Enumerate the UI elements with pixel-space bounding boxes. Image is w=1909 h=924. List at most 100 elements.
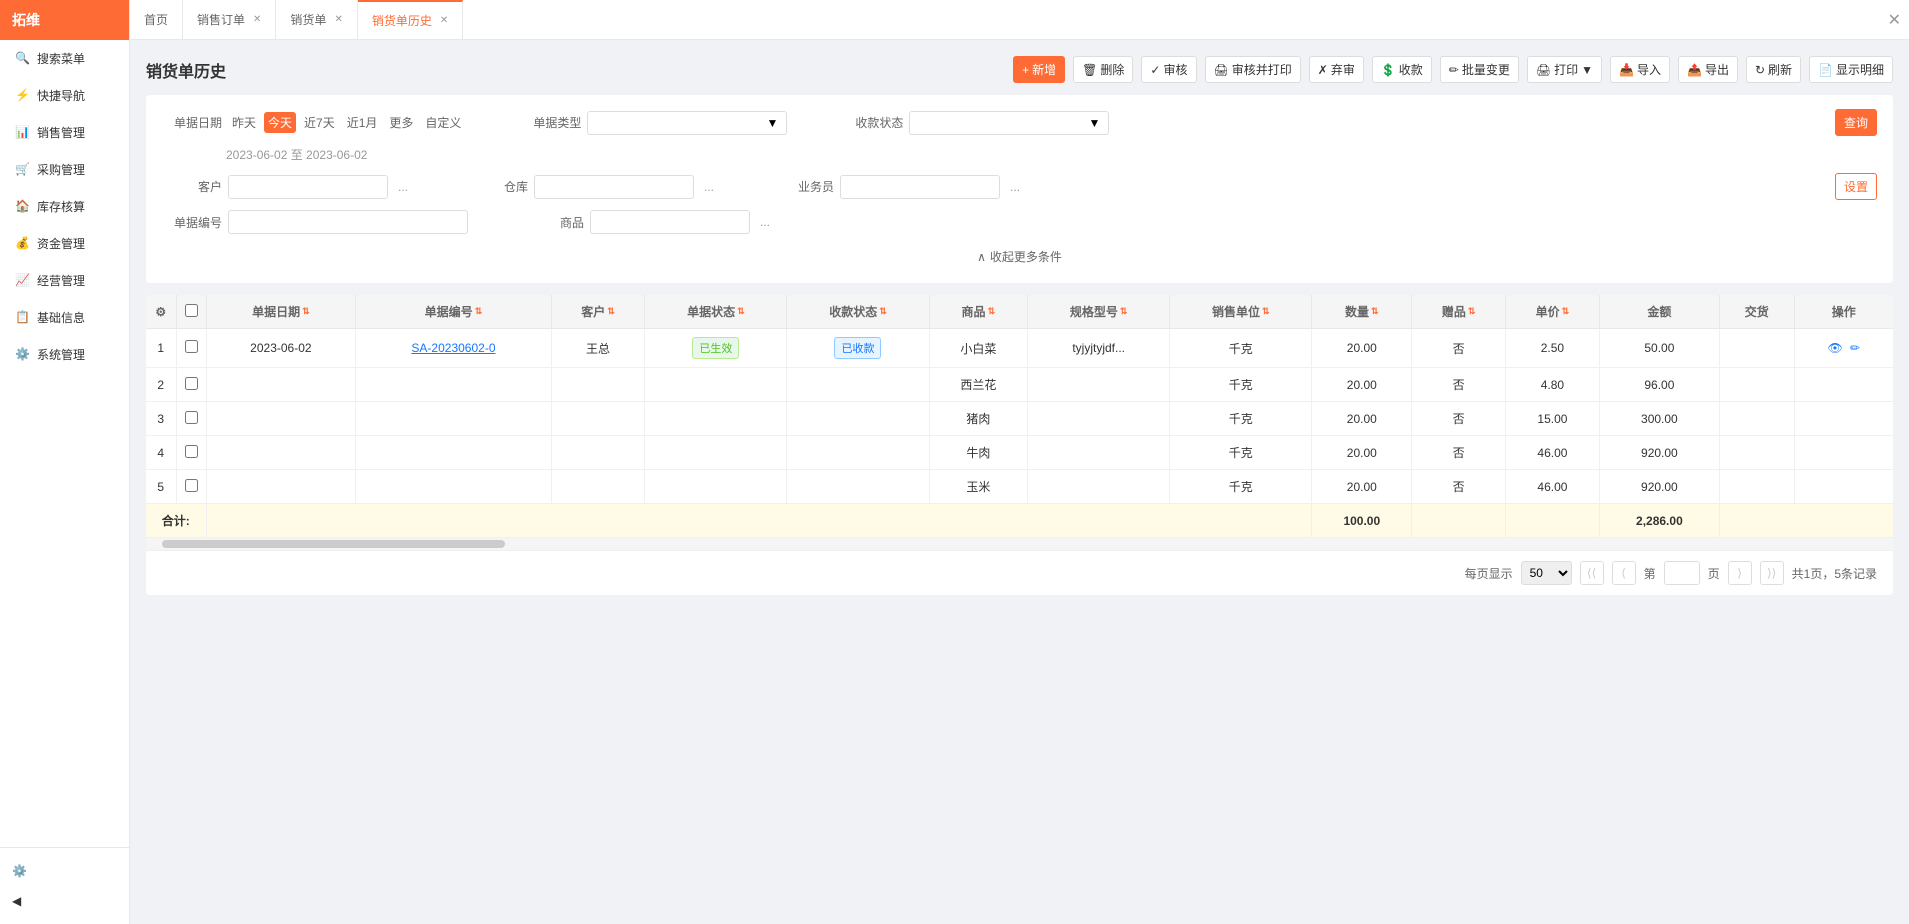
- payment-status-select[interactable]: ▼: [909, 111, 1109, 135]
- pagination-next[interactable]: ⟩: [1728, 561, 1752, 585]
- tab-sales-order[interactable]: 销售订单 ✕: [183, 0, 276, 39]
- pagination-last[interactable]: ⟩⟩: [1760, 561, 1784, 585]
- row-checkbox[interactable]: [185, 411, 198, 424]
- settings-col-icon[interactable]: ⚙: [155, 305, 166, 319]
- export-button[interactable]: 📤 导出: [1678, 56, 1738, 83]
- receive-button[interactable]: 💲 收款: [1372, 56, 1432, 83]
- filter-staff: 业务员 ...: [774, 175, 1024, 199]
- docno-label: 单据编号: [162, 214, 222, 231]
- show-detail-button[interactable]: 📄 显示明细: [1809, 56, 1893, 83]
- total-info: 共1页，5条记录: [1792, 565, 1877, 582]
- tab-close-sales-order[interactable]: ✕: [253, 14, 261, 25]
- row-checkbox[interactable]: [185, 445, 198, 458]
- cell-checkbox[interactable]: [176, 436, 206, 470]
- customer-input[interactable]: [228, 175, 388, 199]
- docno-input[interactable]: [228, 210, 468, 234]
- sidebar-item-purchase-mgmt[interactable]: 🛒 采购管理: [0, 151, 129, 188]
- th-checkbox[interactable]: [176, 295, 206, 329]
- warehouse-ellipsis[interactable]: ...: [700, 180, 718, 194]
- action-view[interactable]: 👁: [1827, 341, 1842, 355]
- select-all-checkbox[interactable]: [185, 304, 198, 317]
- th-doc-status[interactable]: 单据状态 ⇅: [645, 295, 787, 329]
- row-checkbox[interactable]: [185, 377, 198, 390]
- row-checkbox[interactable]: [185, 479, 198, 492]
- th-goods[interactable]: 商品 ⇅: [929, 295, 1028, 329]
- doc-type-select[interactable]: ▼: [587, 111, 787, 135]
- delete-button[interactable]: 🗑 删除: [1073, 56, 1133, 83]
- sidebar-item-fund-mgmt[interactable]: 💰 资金管理: [0, 225, 129, 262]
- query-button[interactable]: 查询: [1835, 109, 1877, 136]
- horizontal-scrollbar[interactable]: [146, 538, 1893, 550]
- th-doc-date[interactable]: 单据日期 ⇅: [206, 295, 356, 329]
- row-checkbox[interactable]: [185, 340, 198, 353]
- abandon-button[interactable]: ✗ 弃审: [1309, 56, 1364, 83]
- sidebar-item-stock-calc[interactable]: 🏠 库存核算: [0, 188, 129, 225]
- cell-quantity: 20.00: [1312, 368, 1412, 402]
- doc-no-link[interactable]: SA-20230602-0: [411, 341, 495, 355]
- import-button[interactable]: 📥 导入: [1610, 56, 1670, 83]
- filter-collapse-btn[interactable]: ∧ 收起更多条件: [162, 244, 1877, 269]
- th-gift[interactable]: 赠品 ⇅: [1412, 295, 1506, 329]
- page-input[interactable]: 1: [1664, 561, 1700, 585]
- tab-close-sales-history[interactable]: ✕: [440, 15, 448, 26]
- cell-unit-price: 4.80: [1506, 368, 1600, 402]
- settings-button[interactable]: 设置: [1835, 173, 1877, 200]
- th-doc-no[interactable]: 单据编号 ⇅: [356, 295, 551, 329]
- per-page-select[interactable]: 10 20 50 100: [1521, 561, 1572, 585]
- th-payment-status[interactable]: 收款状态 ⇅: [787, 295, 929, 329]
- action-edit[interactable]: ✏: [1850, 341, 1860, 355]
- shortcut-custom[interactable]: 自定义: [421, 112, 465, 133]
- cell-goods: 牛肉: [929, 436, 1028, 470]
- cell-customer: 王总: [551, 329, 645, 368]
- cell-doc-no: SA-20230602-0: [356, 329, 551, 368]
- staff-ellipsis[interactable]: ...: [1006, 180, 1024, 194]
- batch-change-button[interactable]: ✏ 批量变更: [1440, 56, 1519, 83]
- staff-input[interactable]: [840, 175, 1000, 199]
- sidebar-item-ops-mgmt[interactable]: 📈 经营管理: [0, 262, 129, 299]
- refresh-button[interactable]: ↻ 刷新: [1746, 56, 1801, 83]
- page-header: 销货单历史 + 新增 🗑 删除 ✓ 审核 🖨 审核并打印: [146, 56, 1893, 83]
- cell-doc-date: 2023-06-02: [206, 329, 356, 368]
- pagination-first[interactable]: ⟨⟨: [1580, 561, 1604, 585]
- refresh-icon: ↻: [1755, 63, 1765, 77]
- cell-checkbox[interactable]: [176, 368, 206, 402]
- customer-ellipsis[interactable]: ...: [394, 180, 412, 194]
- tab-sales-goods[interactable]: 销货单 ✕: [276, 0, 357, 39]
- cell-checkbox[interactable]: [176, 329, 206, 368]
- sidebar-item-search-menu[interactable]: 🔍 搜索菜单: [0, 40, 129, 77]
- pagination-prev[interactable]: ⟨: [1612, 561, 1636, 585]
- goods-input[interactable]: [590, 210, 750, 234]
- shortcut-last1month[interactable]: 近1月: [343, 112, 382, 133]
- shortcut-today[interactable]: 今天: [264, 112, 296, 133]
- tab-bar-close-all[interactable]: ✕: [1888, 10, 1909, 30]
- th-spec[interactable]: 规格型号 ⇅: [1028, 295, 1170, 329]
- th-settings[interactable]: ⚙: [146, 295, 176, 329]
- th-sales-unit[interactable]: 销售单位 ⇅: [1170, 295, 1312, 329]
- sort-icon: ⇅: [1120, 306, 1128, 317]
- cell-checkbox[interactable]: [176, 402, 206, 436]
- shortcut-more[interactable]: 更多: [385, 112, 417, 133]
- main-area: 首页 销售订单 ✕ 销货单 ✕ 销货单历史 ✕ ✕ 销货单历史 + 新增: [130, 0, 1909, 924]
- sidebar-item-basic-info[interactable]: 📋 基础信息: [0, 299, 129, 336]
- add-button[interactable]: + 新增: [1013, 56, 1065, 83]
- th-unit-price[interactable]: 单价 ⇅: [1506, 295, 1600, 329]
- tab-close-sales-goods[interactable]: ✕: [334, 14, 342, 25]
- shortcut-last7days[interactable]: 近7天: [300, 112, 339, 133]
- sidebar-collapse-btn[interactable]: ◀: [0, 886, 129, 916]
- payment-status-badge: 已收款: [834, 337, 881, 359]
- cell-checkbox[interactable]: [176, 470, 206, 504]
- print-button[interactable]: 🖨 打印 ▼: [1527, 56, 1602, 83]
- goods-ellipsis[interactable]: ...: [756, 215, 774, 229]
- warehouse-input[interactable]: [534, 175, 694, 199]
- shortcut-yesterday[interactable]: 昨天: [228, 112, 260, 133]
- sidebar-item-quick-nav[interactable]: ⚡ 快捷导航: [0, 77, 129, 114]
- tab-sales-history[interactable]: 销货单历史 ✕: [358, 0, 463, 39]
- tab-home[interactable]: 首页: [130, 0, 183, 39]
- audit-print-button[interactable]: 🖨 审核并打印: [1205, 56, 1301, 83]
- th-quantity[interactable]: 数量 ⇅: [1312, 295, 1412, 329]
- sidebar-settings-btn[interactable]: ⚙️: [0, 856, 129, 886]
- audit-button[interactable]: ✓ 审核: [1141, 56, 1196, 83]
- sidebar-item-sys-mgmt[interactable]: ⚙️ 系统管理: [0, 336, 129, 373]
- sidebar-item-sales-mgmt[interactable]: 📊 销售管理: [0, 114, 129, 151]
- th-customer[interactable]: 客户 ⇅: [551, 295, 645, 329]
